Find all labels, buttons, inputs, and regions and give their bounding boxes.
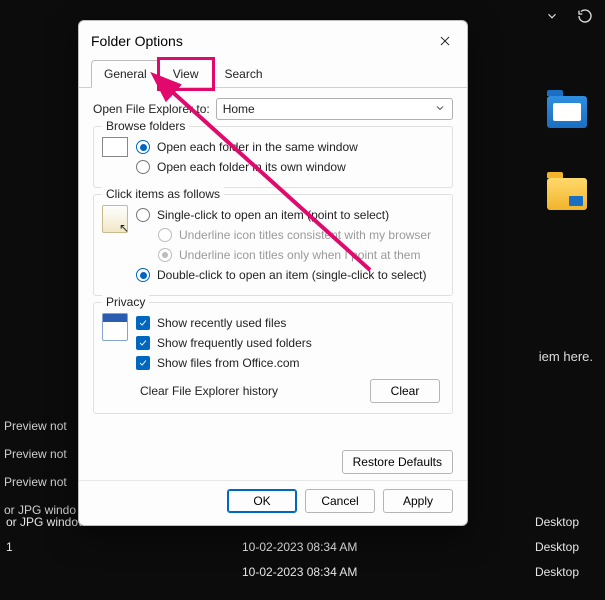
thumbnail-placeholder: Preview not (4, 475, 76, 489)
checkbox-label: Show recently used files (157, 316, 286, 330)
open-explorer-value: Home (223, 102, 255, 116)
radio-icon (136, 268, 150, 282)
dialog-footer: OK Cancel Apply (79, 480, 467, 525)
radio-double-click[interactable]: Double-click to open an item (single-cli… (136, 265, 442, 285)
window-icon (102, 137, 128, 157)
refresh-icon[interactable] (577, 8, 593, 27)
pictures-folder-icon[interactable] (547, 96, 587, 128)
checkbox-icon (136, 336, 150, 350)
clear-button[interactable]: Clear (370, 379, 440, 403)
radio-label: Underline icon titles consistent with my… (179, 228, 431, 242)
radio-single-click[interactable]: Single-click to open an item (point to s… (136, 205, 442, 225)
radio-icon (136, 160, 150, 174)
browse-folders-group: Browse folders Open each folder in the s… (93, 126, 453, 188)
radio-same-window[interactable]: Open each folder in the same window (136, 137, 442, 157)
radio-icon (136, 140, 150, 154)
close-button[interactable] (433, 29, 457, 53)
document-click-icon (102, 205, 128, 233)
file-date: 10-02-2023 08:34 AM (242, 565, 442, 579)
radio-label: Single-click to open an item (point to s… (157, 208, 389, 222)
radio-label: Open each folder in the same window (157, 140, 358, 154)
thumbnail-placeholder: Preview not (4, 447, 76, 461)
file-name: 1 (4, 540, 242, 554)
checkbox-icon (136, 316, 150, 330)
folder-options-dialog: Folder Options General View Search Open … (78, 20, 468, 526)
radio-icon (136, 208, 150, 222)
apply-button[interactable]: Apply (383, 489, 453, 513)
list-item[interactable]: 10-02-2023 08:34 AM Desktop (4, 559, 601, 584)
privacy-group: Privacy Show recently used files Show fr… (93, 302, 453, 414)
file-date: 10-02-2023 08:34 AM (242, 540, 442, 554)
documents-folder-icon[interactable] (547, 178, 587, 210)
open-explorer-combo[interactable]: Home (216, 98, 453, 120)
checkbox-label: Show files from Office.com (157, 356, 300, 370)
file-location: Desktop (442, 540, 601, 554)
privacy-icon (102, 313, 128, 341)
ok-button[interactable]: OK (227, 489, 297, 513)
tab-general[interactable]: General (91, 60, 160, 88)
radio-icon (158, 228, 172, 242)
open-explorer-label: Open File Explorer to: (93, 102, 210, 116)
radio-own-window[interactable]: Open each folder in its own window (136, 157, 442, 177)
check-frequent-folders[interactable]: Show frequently used folders (136, 333, 442, 353)
radio-label: Underline icon titles only when I point … (179, 248, 420, 262)
chevron-down-icon[interactable] (545, 9, 559, 26)
restore-defaults-button[interactable]: Restore Defaults (342, 450, 453, 474)
radio-underline-browser: Underline icon titles consistent with my… (136, 225, 442, 245)
chevron-down-icon (434, 102, 446, 117)
cancel-button[interactable]: Cancel (305, 489, 375, 513)
radio-underline-point: Underline icon titles only when I point … (136, 245, 442, 265)
dialog-titlebar[interactable]: Folder Options (79, 21, 467, 59)
desktop-icons (547, 96, 587, 210)
radio-label: Double-click to open an item (single-cli… (157, 268, 426, 282)
tab-view[interactable]: View (160, 60, 212, 88)
radio-label: Open each folder in its own window (157, 160, 346, 174)
tab-bar: General View Search (79, 59, 467, 88)
click-items-group: Click items as follows Single-click to o… (93, 194, 453, 296)
empty-hint-text: iem here. (539, 349, 593, 364)
checkbox-label: Show frequently used folders (157, 336, 312, 350)
thumbnail-placeholder: Preview not (4, 419, 76, 433)
radio-icon (158, 248, 172, 262)
file-location: Desktop (442, 565, 601, 579)
checkbox-icon (136, 356, 150, 370)
group-title: Privacy (102, 295, 149, 309)
group-title: Click items as follows (102, 187, 224, 201)
dialog-title: Folder Options (91, 33, 183, 49)
window-toolbar (545, 8, 593, 27)
list-item[interactable]: 1 10-02-2023 08:34 AM Desktop (4, 534, 601, 559)
clear-history-label: Clear File Explorer history (140, 384, 278, 398)
check-office-files[interactable]: Show files from Office.com (136, 353, 442, 373)
group-title: Browse folders (102, 119, 189, 133)
tab-search[interactable]: Search (212, 60, 276, 88)
check-recent-files[interactable]: Show recently used files (136, 313, 442, 333)
dialog-body: Open File Explorer to: Home Browse folde… (79, 88, 467, 444)
